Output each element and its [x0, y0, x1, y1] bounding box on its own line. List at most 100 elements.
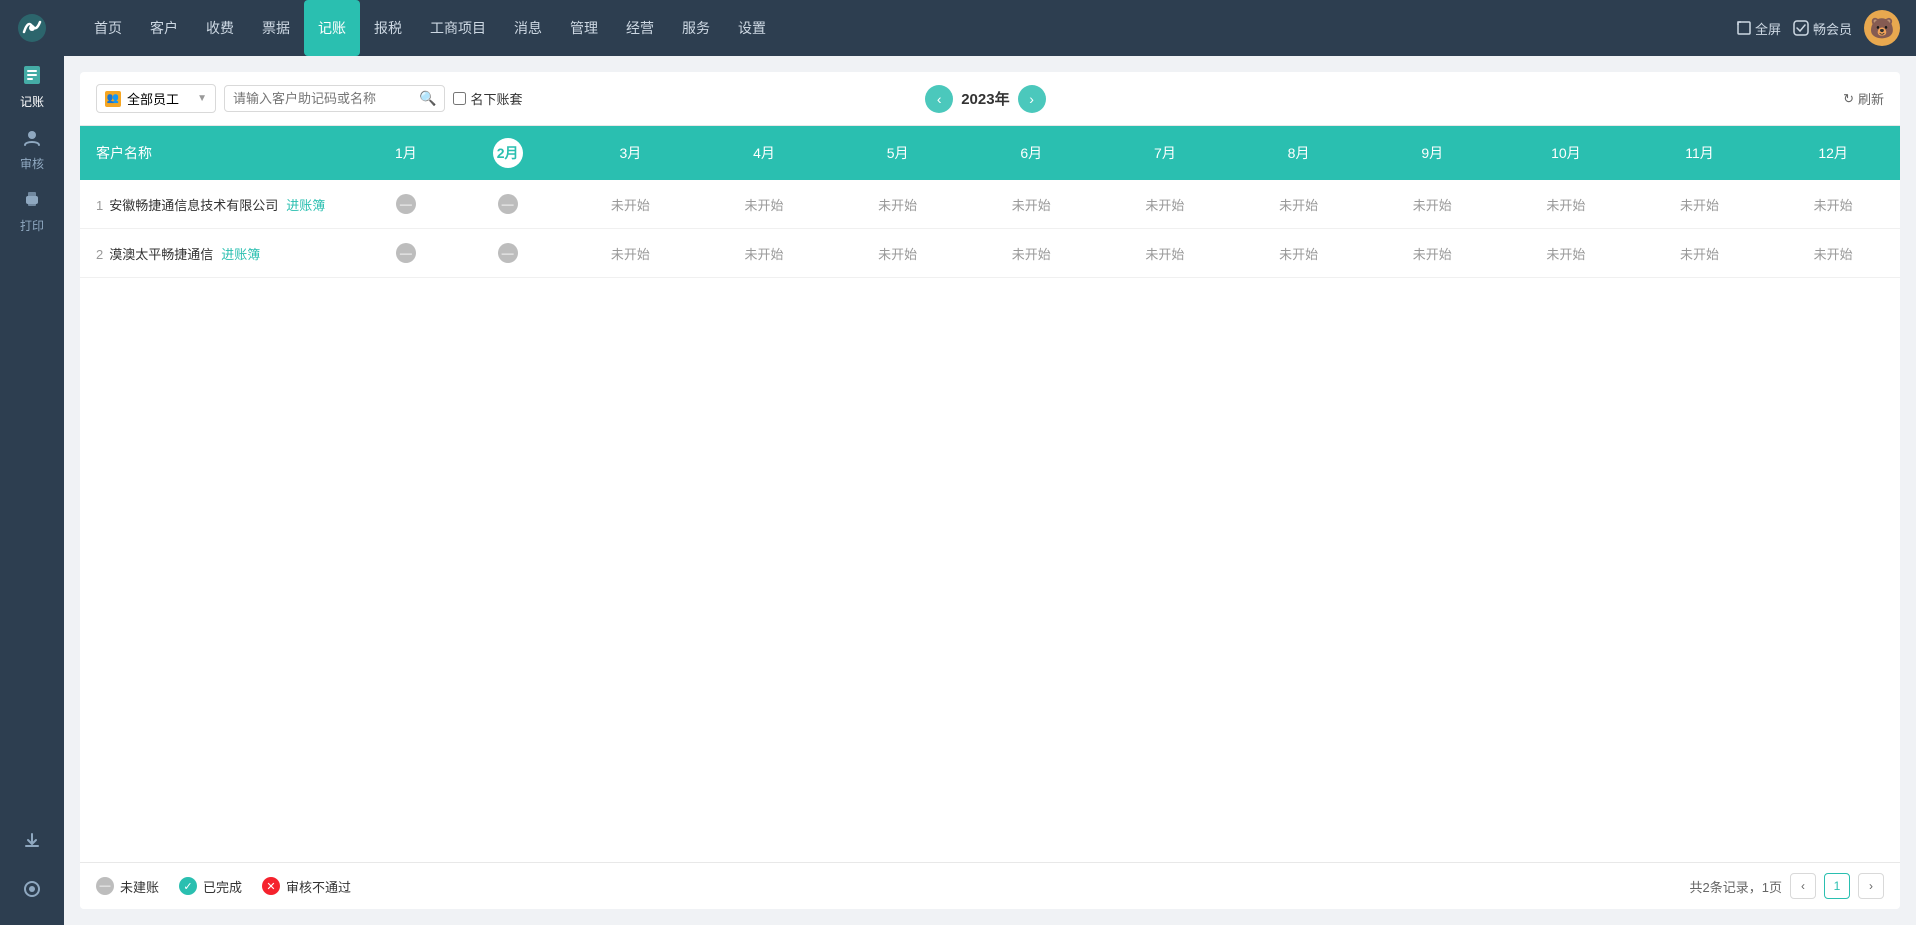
sidebar-item-bookkeeping[interactable]: 记账	[0, 56, 64, 118]
status-gray-icon: —	[498, 243, 518, 263]
nav-manage[interactable]: 管理	[556, 0, 612, 56]
status-gray-icon: —	[498, 194, 518, 214]
fullscreen-label: 全屏	[1755, 19, 1781, 38]
legend-completed: ✓ 已完成	[179, 877, 242, 896]
month-10-cell: 未开始	[1499, 229, 1633, 278]
employee-icon: 👥	[105, 91, 121, 107]
pagination: 共2条记录，1页 ‹ 1 ›	[1690, 873, 1884, 899]
month-6-cell: 未开始	[964, 180, 1098, 229]
fullscreen-btn[interactable]: 全屏	[1737, 19, 1781, 38]
prev-year-btn[interactable]: ‹	[925, 85, 953, 113]
top-navigation: 首页 客户 收费 票据 记账 报税 工商项目 消息 管理 经营 服务 设置 全屏	[64, 0, 1916, 56]
status-not-started: 未开始	[1814, 247, 1853, 262]
legend-gray-icon: —	[96, 877, 114, 895]
topnav-right: 全屏 畅会员 🐻	[1737, 10, 1900, 46]
status-not-started: 未开始	[1546, 198, 1585, 213]
status-not-started: 未开始	[745, 198, 784, 213]
sidebar-item-bookkeeping-label: 记账	[20, 93, 44, 110]
sidebar-support-btn[interactable]	[12, 869, 52, 909]
customer-name: 漠澳太平畅捷通信	[109, 247, 213, 262]
status-not-started: 未开始	[1279, 247, 1318, 262]
month-3-cell: 未开始	[564, 229, 698, 278]
search-icon[interactable]: 🔍	[419, 90, 436, 107]
subordinate-checkbox-wrap[interactable]: 名下账套	[453, 89, 522, 108]
status-not-started: 未开始	[878, 247, 917, 262]
status-gray-icon: —	[396, 243, 416, 263]
employee-select-label: 全部员工	[127, 89, 179, 108]
month-6-cell: 未开始	[964, 229, 1098, 278]
year-navigation: ‹ 2023年 ›	[925, 85, 1045, 113]
row-index: 1	[96, 198, 103, 213]
customer-name-cell: 2 漠澳太平畅捷通信进账簿	[80, 229, 360, 278]
row-index: 2	[96, 247, 103, 262]
status-not-started: 未开始	[1145, 247, 1184, 262]
sidebar-bottom	[12, 821, 52, 925]
nav-home[interactable]: 首页	[80, 0, 136, 56]
nav-billing[interactable]: 收费	[192, 0, 248, 56]
col-month-6: 6月	[964, 126, 1098, 180]
current-page: 1	[1824, 873, 1850, 899]
avatar-emoji: 🐻	[1870, 16, 1895, 41]
sidebar-item-print[interactable]: 打印	[0, 180, 64, 242]
bookkeeping-icon	[21, 64, 43, 90]
month-12-cell: 未开始	[1766, 180, 1900, 229]
member-label: 畅会员	[1813, 19, 1852, 38]
nav-customer[interactable]: 客户	[136, 0, 192, 56]
month-3-cell: 未开始	[564, 180, 698, 229]
nav-invoice[interactable]: 票据	[248, 0, 304, 56]
status-not-started: 未开始	[1012, 198, 1051, 213]
search-wrap: 🔍	[224, 85, 445, 112]
col-month-1: 1月	[360, 126, 452, 180]
col-month-3: 3月	[564, 126, 698, 180]
nav-tax[interactable]: 报税	[360, 0, 416, 56]
prev-page-btn[interactable]: ‹	[1790, 873, 1816, 899]
legend-not-started-label: 未建账	[120, 877, 159, 896]
col-customer-name: 客户名称	[80, 126, 360, 180]
month-5-cell: 未开始	[831, 229, 965, 278]
col-month-9: 9月	[1365, 126, 1499, 180]
nav-message[interactable]: 消息	[500, 0, 556, 56]
nav-operation[interactable]: 经营	[612, 0, 668, 56]
nav-service[interactable]: 服务	[668, 0, 724, 56]
month-4-cell: 未开始	[697, 229, 831, 278]
table-header-row: 客户名称 1月 2月 3月 4月 5月 6月	[80, 126, 1900, 180]
nav-bookkeeping[interactable]: 记账	[304, 0, 360, 56]
current-month-badge: 2月	[493, 138, 523, 168]
next-page-btn[interactable]: ›	[1858, 873, 1884, 899]
month-4-cell: 未开始	[697, 180, 831, 229]
refresh-btn[interactable]: ↻ 刷新	[1843, 89, 1884, 108]
member-btn[interactable]: 畅会员	[1793, 19, 1852, 38]
enter-ledger-link[interactable]: 进账簿	[221, 247, 260, 262]
col-month-11: 11月	[1633, 126, 1767, 180]
customer-name: 安徽畅捷通信息技术有限公司	[109, 198, 278, 213]
status-not-started: 未开始	[1546, 247, 1585, 262]
table-wrap: 客户名称 1月 2月 3月 4月 5月 6月	[80, 126, 1900, 862]
search-input[interactable]	[233, 91, 413, 106]
sidebar-item-audit-label: 审核	[20, 155, 44, 172]
col-month-10: 10月	[1499, 126, 1633, 180]
legend-not-started: — 未建账	[96, 877, 159, 896]
next-year-btn[interactable]: ›	[1018, 85, 1046, 113]
main-area: 首页 客户 收费 票据 记账 报税 工商项目 消息 管理 经营 服务 设置 全屏	[64, 0, 1916, 925]
subordinate-checkbox[interactable]	[453, 92, 466, 105]
employee-select[interactable]: 👥 全部员工 ▼	[96, 84, 216, 113]
toolbar: 👥 全部员工 ▼ 🔍 名下账套 ‹ 2023年 ›	[80, 72, 1900, 126]
year-label: 2023年	[961, 88, 1009, 109]
sidebar-item-audit[interactable]: 审核	[0, 118, 64, 180]
subordinate-checkbox-label: 名下账套	[470, 89, 522, 108]
legend-rejected: ✕ 审核不通过	[262, 877, 351, 896]
status-not-started: 未开始	[611, 247, 650, 262]
enter-ledger-link[interactable]: 进账簿	[286, 198, 325, 213]
nav-business[interactable]: 工商项目	[416, 0, 500, 56]
nav-settings[interactable]: 设置	[724, 0, 780, 56]
month-1-cell: —	[360, 229, 452, 278]
sidebar-item-print-label: 打印	[20, 217, 44, 234]
bookkeeping-table: 客户名称 1月 2月 3月 4月 5月 6月	[80, 126, 1900, 278]
month-8-cell: 未开始	[1232, 229, 1366, 278]
sidebar-download-btn[interactable]	[12, 821, 52, 861]
month-9-cell: 未开始	[1365, 180, 1499, 229]
legend-rejected-label: 审核不通过	[286, 877, 351, 896]
month-11-cell: 未开始	[1633, 180, 1767, 229]
refresh-icon: ↻	[1843, 91, 1854, 107]
user-avatar[interactable]: 🐻	[1864, 10, 1900, 46]
